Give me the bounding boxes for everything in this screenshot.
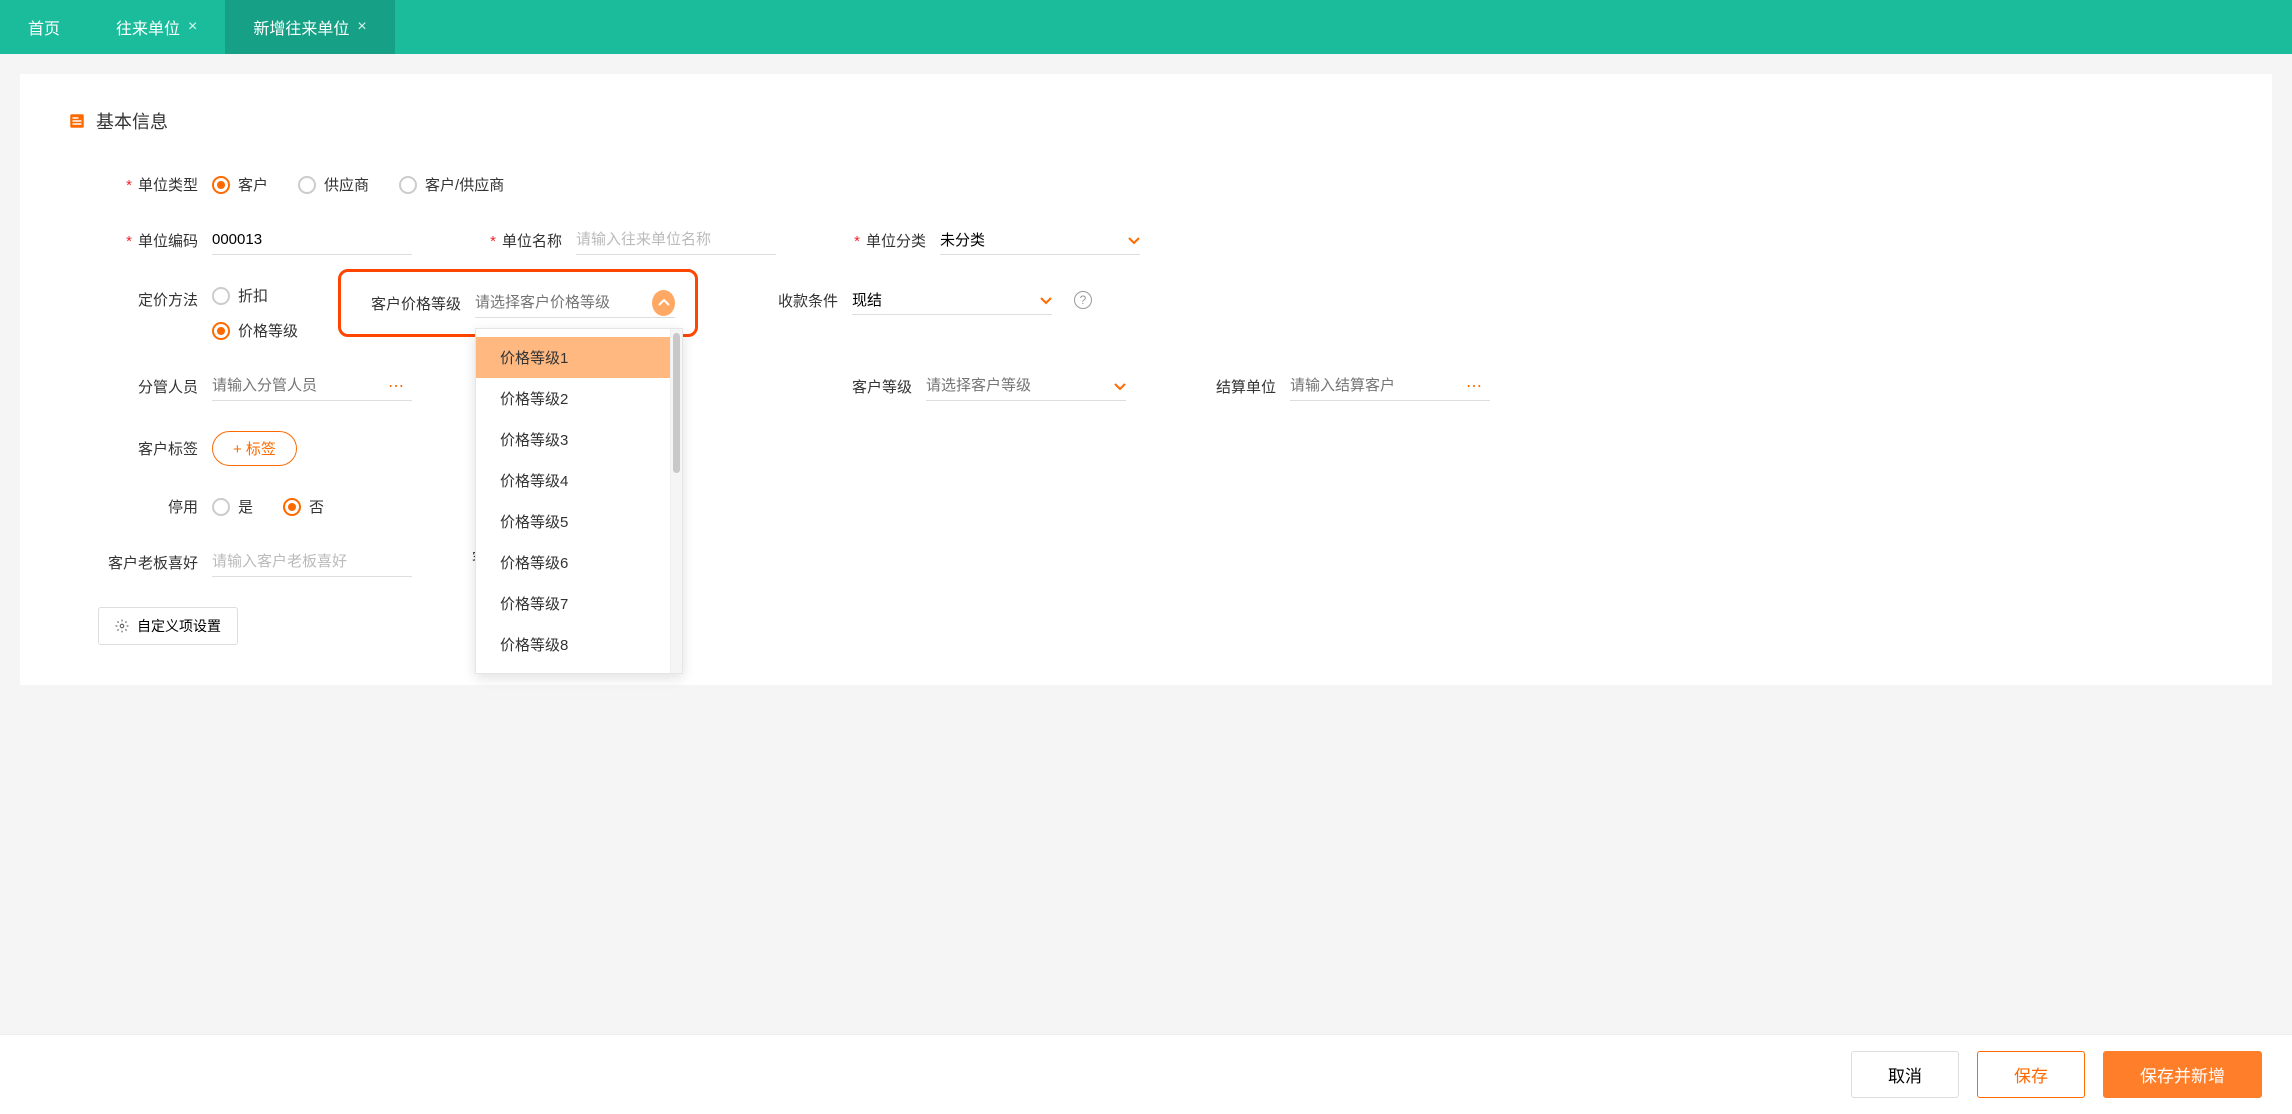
- save-and-new-button[interactable]: 保存并新增: [2103, 1051, 2262, 1098]
- dropdown-item[interactable]: 价格等级5: [476, 501, 670, 542]
- dropdown-item[interactable]: 价格等级4: [476, 460, 670, 501]
- label-unit-code: 单位编码: [98, 230, 198, 251]
- tab-label: 首页: [28, 15, 60, 39]
- radio-price-level[interactable]: 价格等级: [212, 320, 298, 341]
- help-icon[interactable]: ?: [1074, 291, 1092, 309]
- close-icon[interactable]: ×: [357, 18, 366, 36]
- custom-fields-button[interactable]: 自定义项设置: [98, 607, 238, 645]
- select-unit-category[interactable]: [940, 225, 1140, 255]
- radio-icon: [399, 176, 417, 194]
- radio-no[interactable]: 否: [283, 496, 324, 517]
- input-settlement-unit[interactable]: ⋯: [1290, 371, 1490, 401]
- dropdown-item[interactable]: 价格等级3: [476, 419, 670, 460]
- chevron-down-icon: [1040, 292, 1052, 308]
- label-unit-type: 单位类型: [98, 174, 198, 195]
- section-title: 基本信息: [68, 108, 2224, 134]
- label-payment-terms: 收款条件: [738, 290, 838, 311]
- dropdown-item[interactable]: 价格等级7: [476, 583, 670, 624]
- label-settlement-unit: 结算单位: [1176, 376, 1276, 397]
- radio-icon: [212, 176, 230, 194]
- dropdown-price-level: 价格等级1 价格等级2 价格等级3 价格等级4 价格等级5 价格等级6 价格等级…: [475, 328, 683, 674]
- radio-both[interactable]: 客户/供应商: [399, 174, 504, 195]
- radio-icon: [298, 176, 316, 194]
- tab-label: 往来单位: [116, 15, 180, 39]
- more-icon[interactable]: ⋯: [1460, 376, 1490, 396]
- radio-supplier[interactable]: 供应商: [298, 174, 369, 195]
- radio-customer[interactable]: 客户: [212, 174, 268, 195]
- input-boss-pref[interactable]: [212, 547, 412, 577]
- label-unit-category: 单位分类: [826, 230, 926, 251]
- label-unit-name: 单位名称: [462, 230, 562, 251]
- close-icon[interactable]: ×: [188, 18, 197, 36]
- tab-bar: 首页 往来单位 × 新增往来单位 ×: [0, 0, 2292, 54]
- input-manager[interactable]: ⋯: [212, 371, 412, 401]
- radio-discount[interactable]: 折扣: [212, 285, 268, 306]
- chevron-down-icon: [1128, 232, 1140, 248]
- radio-icon: [212, 498, 230, 516]
- radio-yes[interactable]: 是: [212, 496, 253, 517]
- select-customer-level[interactable]: [926, 371, 1126, 401]
- input-unit-code[interactable]: [212, 225, 412, 255]
- label-manager: 分管人员: [98, 376, 198, 397]
- form-icon: [68, 112, 86, 130]
- select-payment-terms[interactable]: [852, 285, 1052, 315]
- cancel-button[interactable]: 取消: [1851, 1051, 1959, 1098]
- tab-home[interactable]: 首页: [0, 0, 88, 54]
- gear-icon: [115, 619, 129, 633]
- tab-label: 新增往来单位: [253, 15, 349, 39]
- add-tag-button[interactable]: + 标签: [212, 431, 297, 466]
- scrollbar[interactable]: [670, 329, 682, 673]
- dropdown-item[interactable]: 价格等级2: [476, 378, 670, 419]
- label-disabled: 停用: [98, 496, 198, 517]
- radio-group-disabled: 是 否: [212, 496, 324, 517]
- tab-units[interactable]: 往来单位 ×: [88, 0, 225, 54]
- radio-group-pricing: 折扣 价格等级: [212, 285, 298, 341]
- footer-actions: 取消 保存 保存并新增: [0, 1034, 2292, 1114]
- label-boss-pref: 客户老板喜好: [98, 552, 198, 573]
- radio-icon: [212, 287, 230, 305]
- label-customer-tag: 客户标签: [98, 438, 198, 459]
- label-pricing-method: 定价方法: [98, 285, 198, 310]
- dropdown-item[interactable]: 价格等级6: [476, 542, 670, 583]
- label-customer-level: 客户等级: [812, 376, 912, 397]
- dropdown-item[interactable]: 价格等级1: [476, 337, 670, 378]
- input-unit-name[interactable]: [576, 225, 776, 255]
- radio-icon: [283, 498, 301, 516]
- chevron-up-icon: [652, 290, 675, 316]
- radio-group-unit-type: 客户 供应商 客户/供应商: [212, 174, 504, 195]
- radio-icon: [212, 322, 230, 340]
- chevron-down-icon: [1114, 378, 1126, 394]
- more-icon[interactable]: ⋯: [382, 376, 412, 396]
- select-price-level[interactable]: 价格等级1 价格等级2 价格等级3 价格等级4 价格等级5 价格等级6 价格等级…: [475, 288, 675, 318]
- page-content: 基本信息 单位类型 客户 供应商 客户/供应商 单位编码 单位名称: [20, 74, 2272, 685]
- scrollbar-thumb[interactable]: [673, 333, 680, 473]
- save-button[interactable]: 保存: [1977, 1051, 2085, 1098]
- dropdown-item[interactable]: 价格等级8: [476, 624, 670, 665]
- label-price-level: 客户价格等级: [361, 293, 461, 314]
- tab-add-unit[interactable]: 新增往来单位 ×: [225, 0, 394, 54]
